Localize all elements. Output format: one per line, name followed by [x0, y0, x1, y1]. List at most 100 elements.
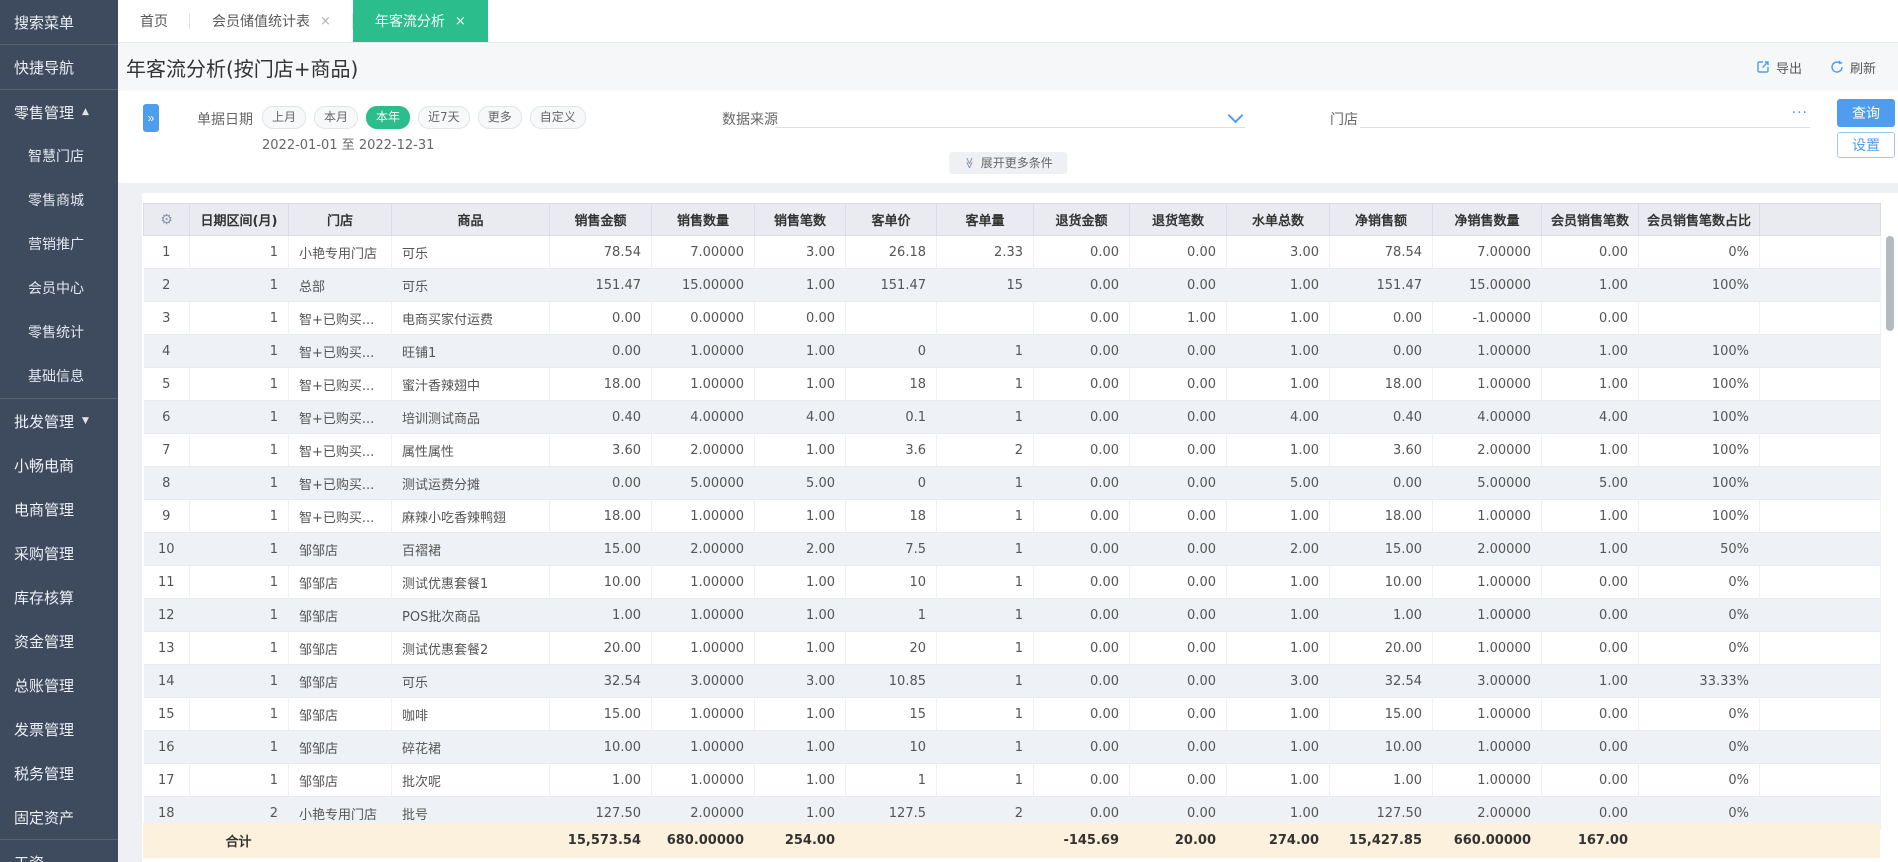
collapse-filter-button[interactable]: »: [143, 104, 159, 132]
table-row[interactable]: 5 1 智+已购买... 蜜汁香辣翅中 18.00 1.00000 1.00 18 1 0.00 0…: [143, 367, 1881, 401]
query-button[interactable]: 查询: [1837, 99, 1895, 127]
sidebar-item-快捷导航[interactable]: 快捷导航: [0, 44, 118, 89]
table-row[interactable]: 2 1 总部 可乐 151.47 15.00000 1.00 151.47 15 0.00 0.00…: [143, 268, 1881, 302]
vertical-scrollbar[interactable]: [1885, 208, 1895, 853]
expand-more-conditions[interactable]: ≫ 展开更多条件: [949, 152, 1067, 174]
cell: 0%: [1638, 565, 1760, 599]
cell-filler: [1759, 631, 1881, 665]
column-settings-gear-icon[interactable]: ⚙: [143, 203, 190, 236]
sidebar-item-智慧门店[interactable]: 智慧门店: [0, 134, 118, 178]
sidebar-item-零售商城[interactable]: 零售商城: [0, 178, 118, 222]
table-row[interactable]: 9 1 智+已购买... 麻辣小吃香辣鸭翅 18.00 1.00000 1.00 18 1 0.0…: [143, 499, 1881, 533]
sidebar-item-零售统计[interactable]: 零售统计: [0, 310, 118, 354]
sidebar-item-工资[interactable]: 工资: [0, 839, 118, 862]
column-header-净销售数量[interactable]: 净销售数量: [1432, 203, 1542, 236]
column-header-客单价[interactable]: 客单价: [845, 203, 937, 236]
column-header-退货金额[interactable]: 退货金额: [1033, 203, 1130, 236]
data-source-select[interactable]: [775, 101, 1245, 128]
cell: 1: [189, 763, 289, 797]
sidebar-item-label: 快捷导航: [14, 58, 75, 77]
tab-会员储值统计表[interactable]: 会员储值统计表 ×: [190, 0, 353, 42]
close-icon[interactable]: ×: [455, 14, 466, 29]
store-select[interactable]: ···: [1360, 101, 1810, 128]
table-row[interactable]: 17 1 邹邹店 批次呢 1.00 1.00000 1.00 1 1 0.00 0.00 1.00 1.…: [143, 763, 1881, 797]
tab-label: 会员储值统计表: [212, 14, 310, 30]
date-chip-近7天[interactable]: 近7天: [418, 106, 470, 129]
column-header-会员销售笔数[interactable]: 会员销售笔数: [1541, 203, 1639, 236]
column-header-客单量[interactable]: 客单量: [936, 203, 1034, 236]
column-header-门店[interactable]: 门店: [288, 203, 392, 236]
cell: 78.54: [1329, 235, 1433, 269]
column-header-净销售额[interactable]: 净销售额: [1329, 203, 1433, 236]
cell: 2.00: [754, 532, 846, 566]
date-range-text[interactable]: 2022-01-01 至 2022-12-31: [262, 134, 434, 153]
column-header-销售笔数[interactable]: 销售笔数: [754, 203, 846, 236]
table-row[interactable]: 14 1 邹邹店 可乐 32.54 3.00000 3.00 10.85 1 0.00 0.00 3.…: [143, 664, 1881, 698]
cell: 1.00: [1541, 532, 1639, 566]
close-icon[interactable]: ×: [320, 14, 331, 29]
table-row[interactable]: 4 1 智+已购买... 旺铺1 0.00 1.00000 1.00 0 1 0.00 0.00 1.…: [143, 334, 1881, 368]
table-row[interactable]: 13 1 邹邹店 测试优惠套餐2 20.00 1.00000 1.00 20 1 0.00 0.00…: [143, 631, 1881, 665]
cell: 邹邹店: [288, 598, 392, 632]
cell: 1.00: [1541, 499, 1639, 533]
column-header-商品[interactable]: 商品: [391, 203, 550, 236]
sidebar-item-label: 税务管理: [14, 764, 75, 783]
table-row[interactable]: 3 1 智+已购买... 电商买家付运费 0.00 0.00000 0.00 0.00 1.00…: [143, 301, 1881, 335]
cell: 1: [936, 532, 1034, 566]
cell: 0.00: [1129, 268, 1227, 302]
cell: 100%: [1638, 268, 1760, 302]
cell: 蜜汁香辣翅中: [391, 367, 550, 401]
sidebar-item-采购管理[interactable]: 采购管理: [0, 531, 118, 575]
date-chip-本年[interactable]: 本年: [366, 106, 411, 129]
cell: 总部: [288, 268, 392, 302]
sidebar-item-批发管理[interactable]: 批发管理 ▼: [0, 398, 118, 443]
table-row[interactable]: 8 1 智+已购买... 测试运费分摊 0.00 5.00000 5.00 0 1 0.00 0.0…: [143, 466, 1881, 500]
cell-filler: [1759, 664, 1881, 698]
cell: 1: [936, 763, 1034, 797]
column-header-销售金额[interactable]: 销售金额: [549, 203, 652, 236]
table-row[interactable]: 15 1 邹邹店 咖啡 15.00 1.00000 1.00 15 1 0.00 0.00 1.00 1…: [143, 697, 1881, 731]
cell: 百褶裙: [391, 532, 550, 566]
sidebar-item-基础信息[interactable]: 基础信息: [0, 354, 118, 398]
table-row[interactable]: 7 1 智+已购买... 属性属性 3.60 2.00000 1.00 3.6 2 0.00 0.0…: [143, 433, 1881, 467]
sidebar-item-营销推广[interactable]: 营销推广: [0, 222, 118, 266]
column-header-会员销售笔数占比[interactable]: 会员销售笔数占比: [1638, 203, 1760, 236]
cell: 1.00: [754, 763, 846, 797]
cell: 1: [189, 334, 289, 368]
column-header-退货笔数[interactable]: 退货笔数: [1129, 203, 1227, 236]
date-chip-自定义[interactable]: 自定义: [529, 106, 586, 129]
scrollbar-thumb[interactable]: [1886, 236, 1894, 331]
table-row[interactable]: 16 1 邹邹店 碎花裙 10.00 1.00000 1.00 10 1 0.00 0.00 1.00…: [143, 730, 1881, 764]
refresh-button[interactable]: 刷新: [1830, 58, 1876, 77]
sidebar-item-发票管理[interactable]: 发票管理: [0, 707, 118, 751]
column-header-销售数量[interactable]: 销售数量: [651, 203, 755, 236]
sidebar-item-资金管理[interactable]: 资金管理: [0, 619, 118, 663]
sidebar-item-会员中心[interactable]: 会员中心: [0, 266, 118, 310]
tab-首页[interactable]: 首页: [118, 0, 190, 42]
tab-年客流分析[interactable]: 年客流分析 ×: [352, 0, 488, 42]
column-header-日期区间(月)[interactable]: 日期区间(月): [189, 203, 289, 236]
column-header-水单总数[interactable]: 水单总数: [1226, 203, 1330, 236]
date-chip-更多[interactable]: 更多: [477, 106, 522, 129]
cell: 3.00: [1226, 664, 1330, 698]
sidebar-item-固定资产[interactable]: 固定资产: [0, 795, 118, 839]
table-row[interactable]: 11 1 邹邹店 测试优惠套餐1 10.00 1.00000 1.00 10 1 0.00 0.00…: [143, 565, 1881, 599]
export-button[interactable]: 导出: [1756, 58, 1802, 77]
table-row[interactable]: 12 1 邹邹店 POS批次商品 1.00 1.00000 1.00 1 1 0.00 0.00 1.…: [143, 598, 1881, 632]
sidebar-item-电商管理[interactable]: 电商管理: [0, 487, 118, 531]
sidebar-item-搜索菜单[interactable]: 搜索菜单: [0, 0, 118, 44]
table-row[interactable]: 1 1 小艳专用门店 可乐 78.54 7.00000 3.00 26.18 2.33 0.00 0…: [143, 235, 1881, 269]
cell: 1.00: [754, 631, 846, 665]
cell: 10.00: [549, 565, 652, 599]
date-chip-上月[interactable]: 上月: [262, 106, 307, 129]
sidebar-item-小畅电商[interactable]: 小畅电商: [0, 443, 118, 487]
caret-down-icon: ▼: [82, 416, 89, 426]
sidebar-item-库存核算[interactable]: 库存核算: [0, 575, 118, 619]
settings-button[interactable]: 设置: [1837, 132, 1895, 158]
sidebar-item-零售管理[interactable]: 零售管理 ▲: [0, 89, 118, 134]
table-row[interactable]: 6 1 智+已购买... 培训测试商品 0.40 4.00000 4.00 0.1 1 0.00 0…: [143, 400, 1881, 434]
sidebar-item-税务管理[interactable]: 税务管理: [0, 751, 118, 795]
date-chip-本月[interactable]: 本月: [314, 106, 359, 129]
table-row[interactable]: 10 1 邹邹店 百褶裙 15.00 2.00000 2.00 7.5 1 0.00 0.00 2.0…: [143, 532, 1881, 566]
sidebar-item-总账管理[interactable]: 总账管理: [0, 663, 118, 707]
